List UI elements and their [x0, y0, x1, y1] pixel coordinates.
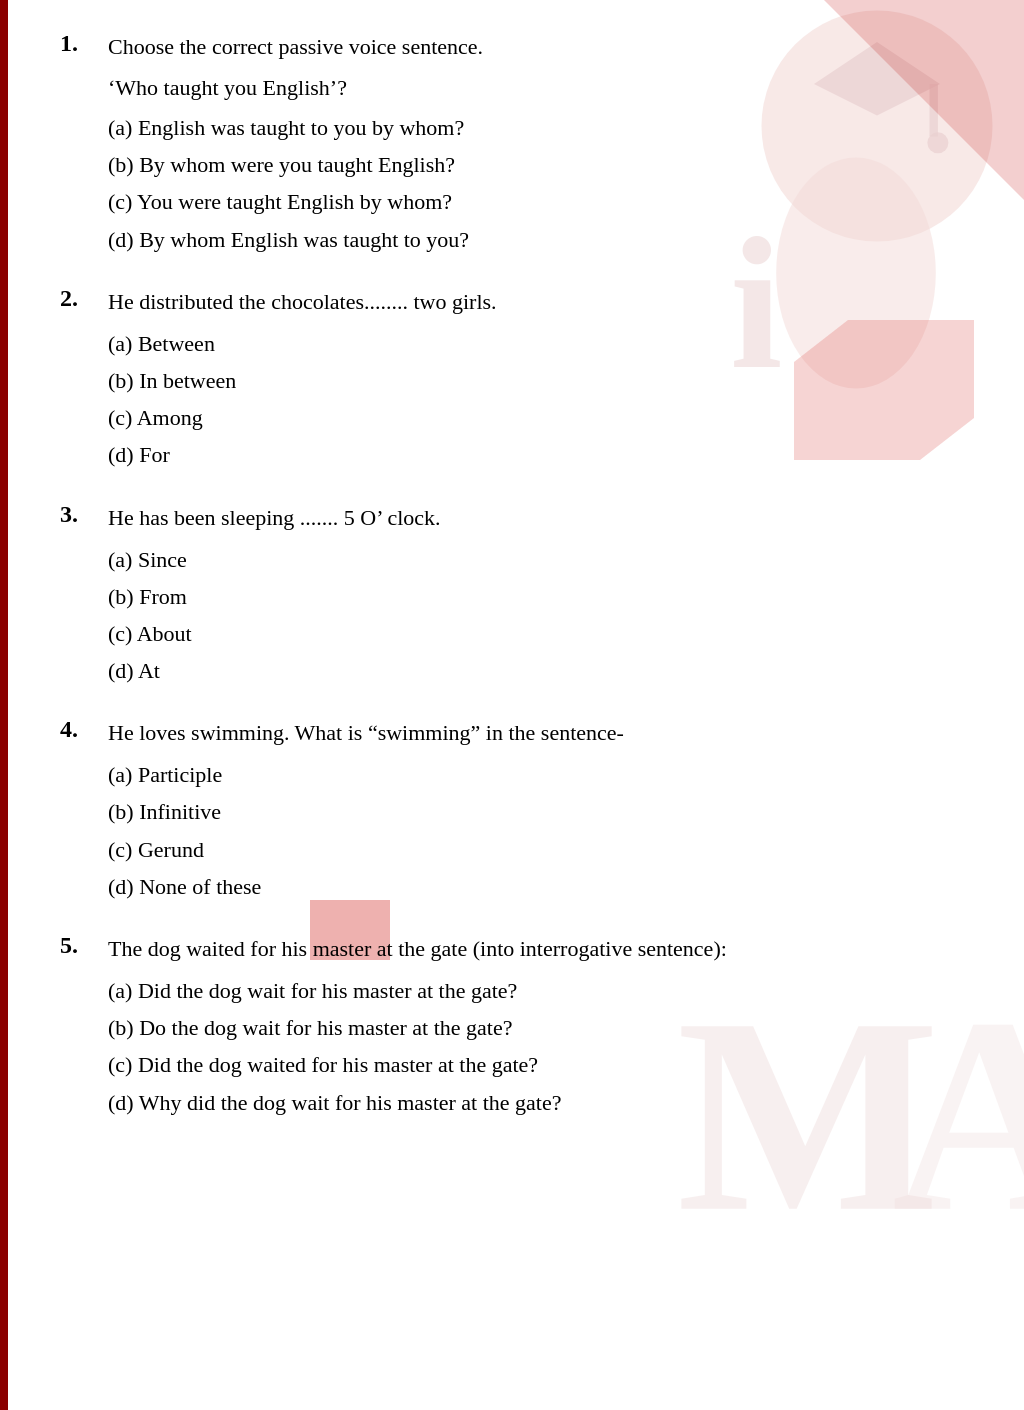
q5-option-d: (d) Why did the dog wait for his master …	[108, 1085, 964, 1120]
q4-number: 4.	[60, 716, 108, 743]
q4-option-a: (a) Participle	[108, 757, 964, 792]
q3-text: He has been sleeping ....... 5 O’ clock.	[108, 501, 441, 534]
q1-subtext: ‘Who taught you English’?	[108, 71, 964, 104]
q4-option-d: (d) None of these	[108, 869, 964, 904]
question-5: 5. The dog waited for his master at the …	[60, 932, 964, 1120]
q2-option-a: (a) Between	[108, 326, 964, 361]
q4-options: (a) Participle (b) Infinitive (c) Gerund…	[108, 757, 964, 904]
q3-option-c: (c) About	[108, 616, 964, 651]
question-3: 3. He has been sleeping ....... 5 O’ clo…	[60, 501, 964, 689]
q2-option-c: (c) Among	[108, 400, 964, 435]
question-4: 4. He loves swimming. What is “swimming”…	[60, 716, 964, 904]
q1-option-c: (c) You were taught English by whom?	[108, 184, 964, 219]
q3-option-d: (d) At	[108, 653, 964, 688]
q2-text: He distributed the chocolates........ tw…	[108, 285, 497, 318]
q5-option-b: (b) Do the dog wait for his master at th…	[108, 1010, 964, 1045]
q1-number: 1.	[60, 30, 108, 57]
question-2: 2. He distributed the chocolates........…	[60, 285, 964, 473]
q1-option-a: (a) English was taught to you by whom?	[108, 110, 964, 145]
q5-option-c: (c) Did the dog waited for his master at…	[108, 1047, 964, 1082]
q3-option-a: (a) Since	[108, 542, 964, 577]
q4-text: He loves swimming. What is “swimming” in…	[108, 716, 624, 749]
question-1: 1. Choose the correct passive voice sent…	[60, 30, 964, 257]
q4-option-b: (b) Infinitive	[108, 794, 964, 829]
left-border-decoration	[0, 0, 8, 1410]
q5-text: The dog waited for his master at the gat…	[108, 932, 727, 965]
q5-options: (a) Did the dog wait for his master at t…	[108, 973, 964, 1120]
main-content: 1. Choose the correct passive voice sent…	[60, 30, 964, 1120]
q1-options: (a) English was taught to you by whom? (…	[108, 110, 964, 257]
q3-option-b: (b) From	[108, 579, 964, 614]
q1-option-b: (b) By whom were you taught English?	[108, 147, 964, 182]
q1-text: Choose the correct passive voice sentenc…	[108, 30, 483, 63]
q5-option-a: (a) Did the dog wait for his master at t…	[108, 973, 964, 1008]
q5-number: 5.	[60, 932, 108, 959]
q3-options: (a) Since (b) From (c) About (d) At	[108, 542, 964, 689]
q2-option-d: (d) For	[108, 437, 964, 472]
q2-number: 2.	[60, 285, 108, 312]
q1-option-d: (d) By whom English was taught to you?	[108, 222, 964, 257]
q2-options: (a) Between (b) In between (c) Among (d)…	[108, 326, 964, 473]
q2-option-b: (b) In between	[108, 363, 964, 398]
q3-number: 3.	[60, 501, 108, 528]
q4-option-c: (c) Gerund	[108, 832, 964, 867]
